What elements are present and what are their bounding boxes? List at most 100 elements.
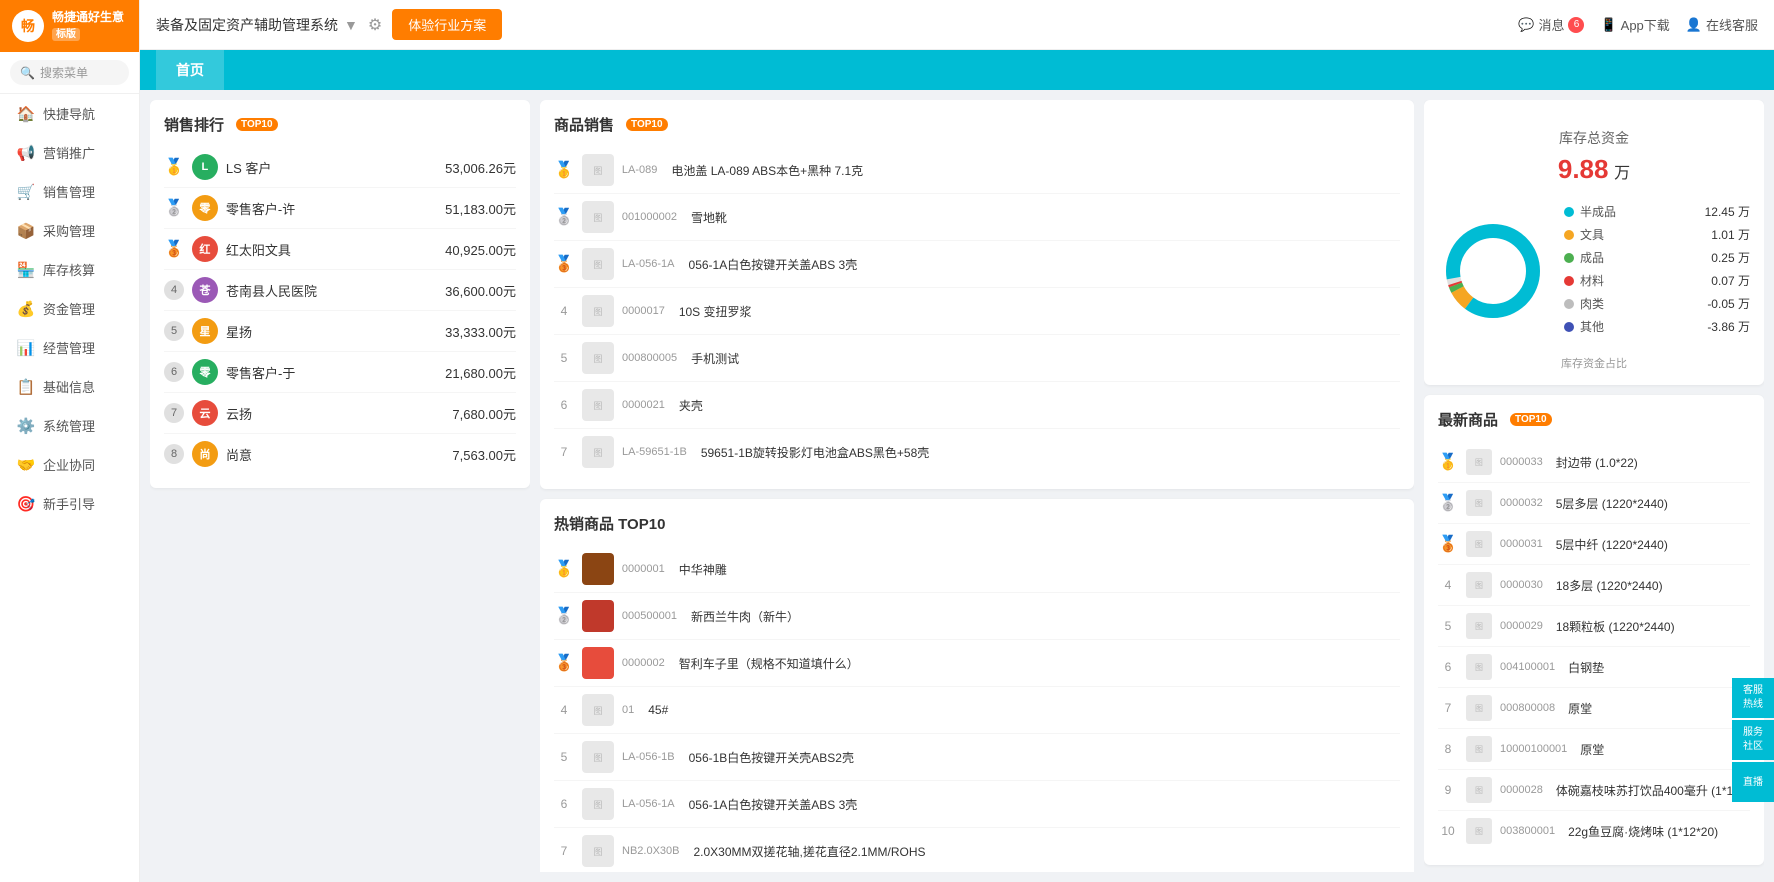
rank-num: 5 [554, 351, 574, 365]
product-thumbnail: 图 [582, 248, 614, 280]
new-products-title: 最新商品 TOP10 [1438, 409, 1750, 430]
product-code: 001000002 [622, 211, 677, 223]
legend-value: 0.07 万 [1711, 272, 1750, 289]
product-name: 新西兰牛肉（新牛） [691, 608, 1400, 625]
rank-avatar: 星 [192, 318, 218, 344]
message-button[interactable]: 💬 消息 6 [1518, 15, 1584, 34]
new-product-row: 4 图 0000030 18多层 (1220*2440) [1438, 565, 1750, 606]
legend-dot [1564, 276, 1574, 286]
new-product-thumbnail: 图 [1466, 818, 1492, 844]
product-thumbnail: 图 [582, 389, 614, 421]
hot-product-row: 6 图 LA-056-1A 056-1A白色按键开关盖ABS 3壳 [554, 781, 1400, 828]
product-thumbnail: 图 [582, 741, 614, 773]
product-name: 夹壳 [679, 397, 1400, 414]
sidebar-item-system[interactable]: ⚙️ 系统管理 [0, 406, 139, 445]
sidebar-item-basic[interactable]: 📋 基础信息 [0, 367, 139, 406]
left-column: 销售排行 TOP10 🥇 L LS 客户 53,006.26元 🥈 零 零售客户… [150, 100, 530, 872]
logo-icon: 畅 [12, 10, 44, 42]
sidebar-item-guide[interactable]: 🎯 新手引导 [0, 484, 139, 523]
gold-medal-icon: 🥇 [554, 559, 574, 579]
product-name: 手机测试 [691, 350, 1400, 367]
content-area: 销售排行 TOP10 🥇 L LS 客户 53,006.26元 🥈 零 零售客户… [140, 90, 1774, 882]
rank-num: 9 [1438, 783, 1458, 797]
rank-value: 51,183.00元 [445, 199, 516, 218]
new-product-code: 10000100001 [1500, 743, 1567, 755]
rank-number-icon: 8 [164, 444, 184, 464]
legend-dot [1564, 322, 1574, 332]
legend-label: 材料 [1580, 272, 1705, 289]
new-product-code: 0000029 [1500, 620, 1543, 632]
product-thumbnail-colored [582, 600, 614, 632]
new-product-code: 0000033 [1500, 456, 1543, 468]
rank-value: 21,680.00元 [445, 363, 516, 382]
sidebar-item-nav[interactable]: 🏠 快捷导航 [0, 94, 139, 133]
product-thumbnail: 图 [582, 154, 614, 186]
search-menu-button[interactable]: 🔍 搜索菜单 [10, 60, 129, 85]
hot-products-card: 热销商品 TOP10 🥇 0000001 中华神雕 🥈 000500001 新西… [540, 499, 1414, 872]
phone-icon: 📱 [1600, 17, 1616, 33]
new-product-thumbnail: 图 [1466, 449, 1492, 475]
sales-rank-row: 🥉 红 红太阳文具 40,925.00元 [164, 229, 516, 270]
new-product-row: 5 图 0000029 18颗粒板 (1220*2440) [1438, 606, 1750, 647]
service-button[interactable]: 👤 在线客服 [1686, 15, 1758, 34]
operations-icon: 📊 [17, 339, 35, 357]
message-badge: 6 [1568, 17, 1584, 33]
inventory-icon: 🏪 [17, 261, 35, 279]
home-icon: 🏠 [17, 105, 35, 123]
tab-home[interactable]: 首页 [156, 50, 224, 90]
sidebar-item-enterprise[interactable]: 🤝 企业协同 [0, 445, 139, 484]
rank-number-icon: 4 [164, 280, 184, 300]
hot-product-row: 🥇 0000001 中华神雕 [554, 546, 1400, 593]
hot-product-row: 5 图 LA-056-1B 056-1B白色按键开关壳ABS2壳 [554, 734, 1400, 781]
legend-item: 材料 0.07 万 [1564, 272, 1750, 289]
sidebar-item-sales[interactable]: 🛒 销售管理 [0, 172, 139, 211]
new-product-row: 🥇 图 0000033 封边带 (1.0*22) [1438, 442, 1750, 483]
sidebar-item-inventory[interactable]: 🏪 库存核算 [0, 250, 139, 289]
product-name: 电池盖 LA-089 ABS本色+黑种 7.1克 [671, 162, 1400, 179]
settings-icon[interactable]: ⚙ [368, 15, 382, 35]
rank-avatar: 零 [192, 195, 218, 221]
float-live-btn[interactable]: 直播 [1732, 762, 1774, 802]
sales-ranking-title: 销售排行 TOP10 [164, 114, 516, 135]
new-product-row: 10 图 003800001 22g鱼豆腐·烧烤味 (1*12*20) [1438, 811, 1750, 851]
sales-product-row: 🥈 图 001000002 雪地靴 [554, 194, 1400, 241]
sales-rank-row: 4 苍 苍南县人民医院 36,600.00元 [164, 270, 516, 311]
legend-value: 12.45 万 [1705, 203, 1750, 220]
sales-rank-row: 5 星 星扬 33,333.00元 [164, 311, 516, 352]
silver-medal-icon: 🥈 [554, 207, 574, 227]
sales-product-row: 5 图 000800005 手机测试 [554, 335, 1400, 382]
rank-num: 8 [1438, 742, 1458, 756]
new-product-row: 6 图 004100001 白钢垫 [1438, 647, 1750, 688]
sidebar-item-marketing[interactable]: 📢 营销推广 [0, 133, 139, 172]
dropdown-arrow-icon[interactable]: ▼ [344, 17, 358, 33]
sidebar-item-operations[interactable]: 📊 经营管理 [0, 328, 139, 367]
tab-bar: 首页 [140, 50, 1774, 90]
product-name: 056-1A白色按键开关盖ABS 3壳 [689, 256, 1400, 273]
rank-value: 36,600.00元 [445, 281, 516, 300]
sidebar-item-purchase[interactable]: 📦 采购管理 [0, 211, 139, 250]
sales-product-row: 7 图 LA-59651-1B 59651-1B旋转投影灯电池盒ABS黑色+58… [554, 429, 1400, 475]
product-thumbnail: 图 [582, 201, 614, 233]
rank-name: 星扬 [226, 322, 437, 341]
rank-avatar: 云 [192, 400, 218, 426]
new-product-thumbnail: 图 [1466, 572, 1492, 598]
float-service-btn[interactable]: 客服热线 [1732, 678, 1774, 718]
new-product-code: 003800001 [1500, 825, 1555, 837]
rank-value: 53,006.26元 [445, 158, 516, 177]
product-thumbnail-colored [582, 647, 614, 679]
sidebar-nav: 🏠 快捷导航 📢 营销推广 🛒 销售管理 📦 采购管理 🏪 库存核算 💰 资金管… [0, 94, 139, 882]
product-thumbnail: 图 [582, 835, 614, 867]
product-name: 中华神雕 [679, 561, 1400, 578]
product-name: 10S 变扭罗浆 [679, 303, 1400, 320]
app-download-button[interactable]: 📱 App下载 [1600, 15, 1669, 34]
inventory-value: 9.88 [1558, 154, 1609, 184]
basic-icon: 📋 [17, 378, 35, 396]
float-community-btn[interactable]: 服务社区 [1732, 720, 1774, 760]
trial-button[interactable]: 体验行业方案 [392, 9, 502, 40]
new-product-name: 5层中纤 (1220*2440) [1556, 536, 1750, 553]
top-header: 装备及固定资产辅助管理系统 ▼ ⚙ 体验行业方案 💬 消息 6 📱 App下载 … [140, 0, 1774, 50]
gold-medal-icon: 🥇 [554, 160, 574, 180]
sidebar-item-finance[interactable]: 💰 资金管理 [0, 289, 139, 328]
product-name: 056-1A白色按键开关盖ABS 3壳 [689, 796, 1400, 813]
legend-dot [1564, 299, 1574, 309]
